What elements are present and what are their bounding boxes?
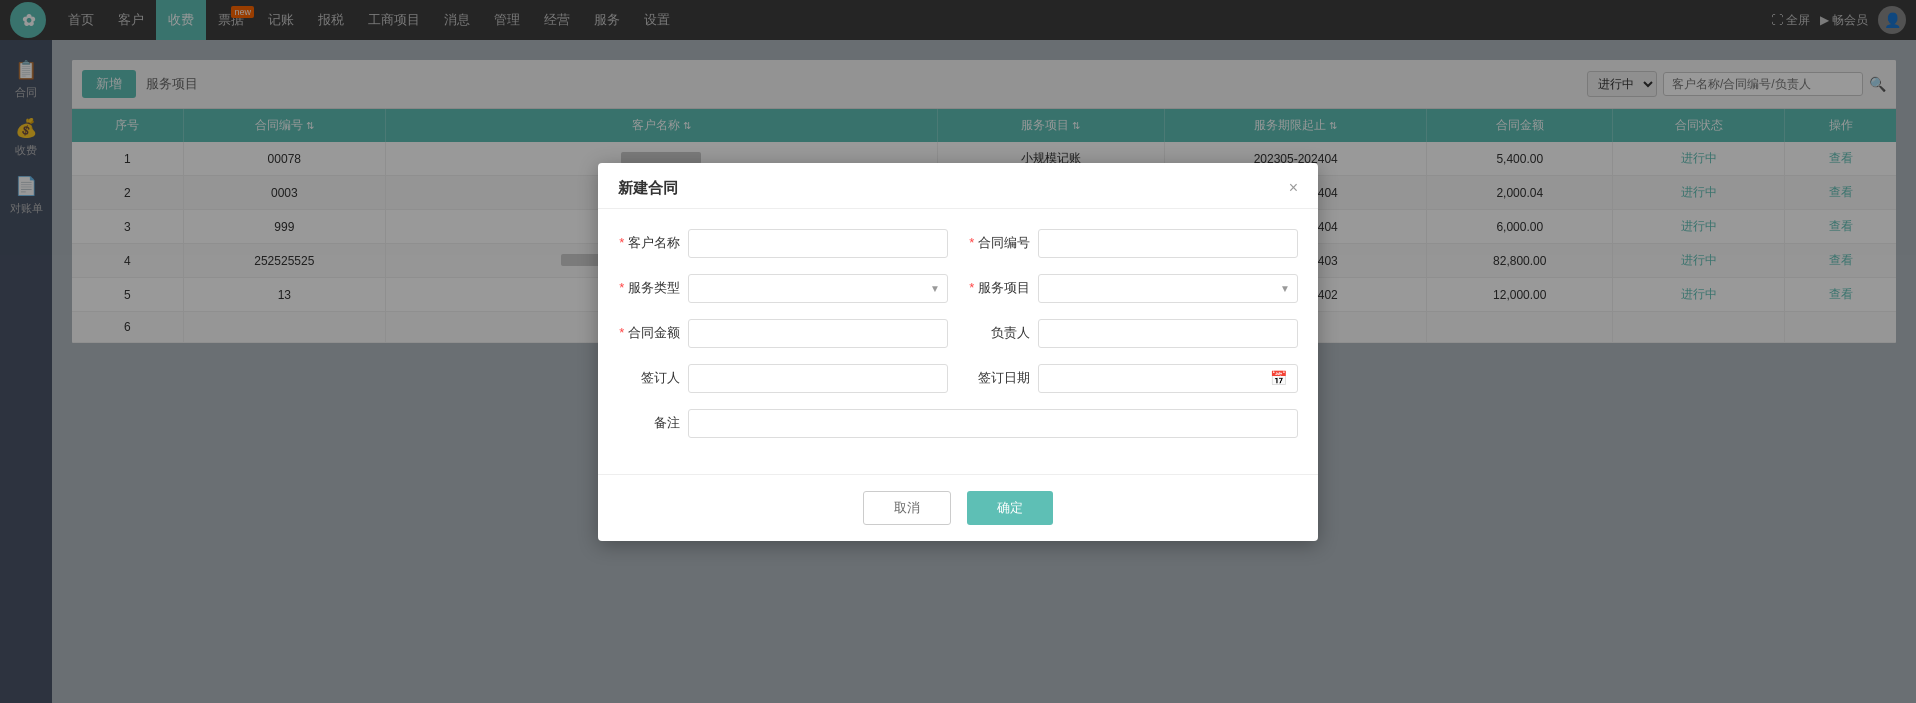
service-item-group: 服务项目 ▼ (968, 274, 1298, 303)
contract-amount-label: 合同金额 (618, 324, 688, 342)
modal-body: 客户名称 合同编号 服务类型 ▼ 服务项目 (598, 209, 1318, 474)
service-type-select[interactable] (688, 274, 948, 303)
responsible-person-input[interactable] (1038, 319, 1298, 348)
form-row-1: 客户名称 合同编号 (618, 229, 1298, 258)
confirm-button[interactable]: 确定 (967, 491, 1053, 525)
sign-date-label: 签订日期 (968, 369, 1038, 387)
signer-input[interactable] (688, 364, 948, 393)
remarks-input[interactable] (688, 409, 1298, 438)
service-type-group: 服务类型 ▼ (618, 274, 948, 303)
modal-close-button[interactable]: × (1289, 179, 1298, 197)
remarks-group: 备注 (618, 409, 1298, 438)
service-type-wrapper: ▼ (688, 274, 948, 303)
modal-title: 新建合同 (618, 179, 678, 198)
modal-footer: 取消 确定 (598, 474, 1318, 541)
remarks-label: 备注 (618, 414, 688, 432)
contract-amount-group: 合同金额 0.00 (618, 319, 948, 348)
form-row-3: 合同金额 0.00 负责人 (618, 319, 1298, 348)
signer-group: 签订人 (618, 364, 948, 393)
form-row-2: 服务类型 ▼ 服务项目 ▼ (618, 274, 1298, 303)
responsible-person-label: 负责人 (968, 324, 1038, 342)
form-row-5: 备注 (618, 409, 1298, 438)
modal-header: 新建合同 × (598, 163, 1318, 209)
cancel-button[interactable]: 取消 (863, 491, 951, 525)
sign-date-group: 签订日期 2023-06-06 📅 (968, 364, 1298, 393)
contract-no-label: 合同编号 (968, 234, 1038, 252)
sign-date-input[interactable]: 2023-06-06 (1045, 365, 1266, 392)
service-item-label: 服务项目 (968, 279, 1038, 297)
service-type-label: 服务类型 (618, 279, 688, 297)
customer-name-group: 客户名称 (618, 229, 948, 258)
responsible-person-group: 负责人 (968, 319, 1298, 348)
sign-date-wrapper: 2023-06-06 📅 (1038, 364, 1298, 393)
calendar-icon[interactable]: 📅 (1266, 370, 1291, 386)
customer-name-input[interactable] (688, 229, 948, 258)
contract-no-group: 合同编号 (968, 229, 1298, 258)
contract-amount-input[interactable]: 0.00 (688, 319, 948, 348)
form-row-4: 签订人 签订日期 2023-06-06 📅 (618, 364, 1298, 393)
service-item-wrapper: ▼ (1038, 274, 1298, 303)
customer-name-label: 客户名称 (618, 234, 688, 252)
new-contract-modal: 新建合同 × 客户名称 合同编号 服务类型 (598, 163, 1318, 541)
service-item-select[interactable] (1038, 274, 1298, 303)
modal-overlay: 新建合同 × 客户名称 合同编号 服务类型 (0, 0, 1916, 703)
signer-label: 签订人 (618, 369, 688, 387)
contract-no-input[interactable] (1038, 229, 1298, 258)
